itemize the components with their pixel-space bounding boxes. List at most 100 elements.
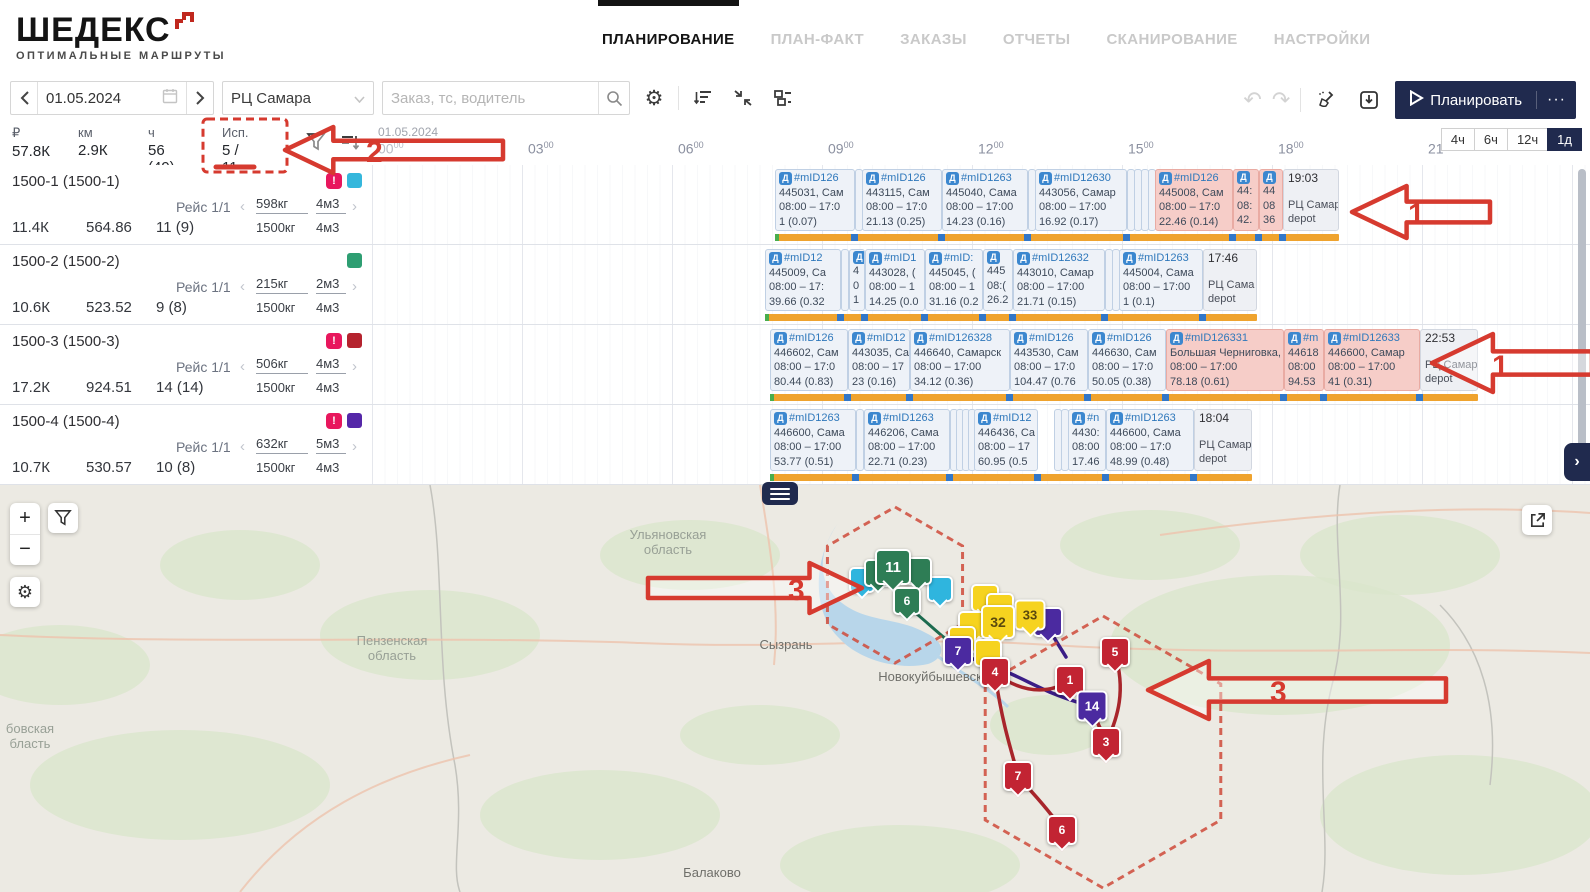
- zoom-option[interactable]: 6ч: [1473, 128, 1508, 151]
- route-info[interactable]: 1500-3 (1500-3)! Рейс 1/1 ‹ › 506кг 4м3 1500кг…: [0, 325, 372, 404]
- zoom-option[interactable]: 1д: [1547, 128, 1582, 151]
- map-marker[interactable]: 4: [980, 657, 1010, 687]
- nav-tab[interactable]: СКАНИРОВАНИЕ: [1106, 0, 1237, 78]
- task-card[interactable]: Д #mID1 443028, (08:00 – 1 14.25 (0.0: [865, 249, 925, 311]
- task-card[interactable]: Д4 0 1: [849, 249, 865, 311]
- map-marker[interactable]: 32: [981, 605, 1015, 639]
- task-card[interactable]: Д #mID12630 443056, Самар 08:00 – 17:00 16.9…: [1035, 169, 1127, 231]
- map-marker[interactable]: 7: [943, 636, 973, 666]
- next-trip-icon[interactable]: ›: [352, 438, 357, 455]
- task-card[interactable]: Д #mID1263 446206, Сама 08:00 – 17:00 22.71 …: [864, 409, 950, 471]
- collapse-all-icon[interactable]: [727, 81, 759, 115]
- nav-tab[interactable]: ПЛАН-ФАКТ: [771, 0, 865, 78]
- route-info[interactable]: 1500-2 (1500-2) Рейс 1/1 ‹ › 215кг 2м3 1500кг 4…: [0, 245, 372, 324]
- task-card[interactable]: Д #mID12 446436, Са 08:00 – 17 60.95 (0.5: [974, 409, 1038, 471]
- panel-splitter-handle[interactable]: [762, 482, 798, 505]
- zoom-option[interactable]: 4ч: [1440, 128, 1475, 151]
- map[interactable]: + − ⚙ Ульяновская область Пензенская обла…: [0, 485, 1590, 892]
- next-day-button[interactable]: [187, 81, 213, 115]
- map-expand-icon[interactable]: [1522, 505, 1552, 535]
- task-card[interactable]: Д #mID126331 Большая Черниговка, (08:00 – …: [1166, 329, 1284, 391]
- depot-select[interactable]: РЦ Самара: [222, 81, 374, 115]
- next-trip-icon[interactable]: ›: [352, 278, 357, 295]
- task-card[interactable]: Д #mID126 446602, Сам 08:00 – 17:0 80.44 (0.…: [770, 329, 848, 391]
- task-card[interactable]: Д 44 08 36: [1259, 169, 1283, 231]
- plan-button[interactable]: Планировать ···: [1395, 81, 1576, 119]
- task-card[interactable]: Д #mID126 443115, Сам 08:00 – 17:0 21.13 (0.…: [862, 169, 942, 231]
- task-card[interactable]: Д #mID: 445045, (08:00 – 1 31.16 (0.2: [925, 249, 983, 311]
- plan-more-button[interactable]: ···: [1536, 91, 1576, 109]
- task-card[interactable]: Д #mID12632 443010, Самар 08:00 – 17:00 21.7…: [1013, 249, 1105, 311]
- route-info[interactable]: 1500-1 (1500-1)! Рейс 1/1 ‹ › 598кг 4м3 1500кг…: [0, 165, 372, 244]
- routes-filter-icon[interactable]: [306, 132, 326, 157]
- task-card[interactable]: Д #n 4430: 08:00 17.46: [1068, 409, 1106, 471]
- route-color-chip[interactable]: [347, 413, 362, 428]
- prev-trip-icon[interactable]: ‹: [240, 438, 245, 455]
- nav-tab[interactable]: ОТЧЕТЫ: [1003, 0, 1071, 78]
- map-marker[interactable]: 5: [1100, 637, 1130, 667]
- collapse-panel-chevron[interactable]: ›: [1564, 443, 1590, 481]
- map-marker[interactable]: 14: [1076, 690, 1108, 722]
- nav-tab[interactable]: ПЛАНИРОВАНИЕ: [598, 0, 739, 78]
- route-color-chip[interactable]: [347, 333, 362, 348]
- undo-icon[interactable]: ↶: [1243, 87, 1261, 113]
- vertical-scrollbar[interactable]: [1578, 169, 1586, 469]
- prev-trip-icon[interactable]: ‹: [240, 278, 245, 295]
- next-trip-icon[interactable]: ›: [352, 198, 357, 215]
- task-card[interactable]: Д 44: 08: 42.: [1233, 169, 1259, 231]
- nav-tab[interactable]: НАСТРОЙКИ: [1274, 0, 1371, 78]
- route-info[interactable]: 1500-4 (1500-4)! Рейс 1/1 ‹ › 632кг 5м3 1500кг…: [0, 405, 372, 484]
- depot-card[interactable]: 19:03 РЦ Самар depot: [1283, 169, 1339, 231]
- map-marker[interactable]: 6: [1047, 815, 1077, 845]
- task-card[interactable]: Д #mID126 446630, Сам 08:00 – 17:0 50.05 (0.…: [1088, 329, 1166, 391]
- search-input[interactable]: [383, 89, 598, 107]
- task-card[interactable]: Д #mID126328 446640, Самарск 08:00 – 17:00 3…: [910, 329, 1010, 391]
- depot-card[interactable]: 22:53 РЦ Самара depot: [1420, 329, 1478, 391]
- redo-icon[interactable]: ↷: [1272, 87, 1290, 113]
- task-id: Д #mID12: [978, 411, 1034, 426]
- group-view-icon[interactable]: [767, 81, 799, 115]
- depot-card[interactable]: 18:04 РЦ Самара depot: [1194, 409, 1252, 471]
- task-card[interactable]: Д #mID1263 445040, Сама 08:00 – 17:00 14.23 …: [942, 169, 1028, 231]
- task-card[interactable]: Д #mID126 445031, Сам 08:00 – 17:0 1 (0.07): [775, 169, 855, 231]
- import-icon[interactable]: [1353, 83, 1385, 117]
- map-zoom-in-button[interactable]: +: [10, 503, 40, 534]
- map-marker[interactable]: 6: [893, 587, 921, 615]
- task-card[interactable]: [841, 249, 849, 311]
- prev-trip-icon[interactable]: ‹: [240, 198, 245, 215]
- map-marker[interactable]: 33: [1014, 599, 1046, 631]
- task-card[interactable]: Д 445 08:(26.2: [983, 249, 1013, 311]
- sort-routes-icon[interactable]: [687, 81, 719, 115]
- routes-sort-icon[interactable]: [340, 134, 360, 156]
- next-trip-icon[interactable]: ›: [352, 358, 357, 375]
- clear-plan-icon[interactable]: [1311, 83, 1343, 117]
- map-place-label: бовская бласть: [5, 721, 55, 751]
- map-zoom-out-button[interactable]: −: [10, 533, 40, 566]
- task-card[interactable]: Д #mID1263 446600, Сама 08:00 – 17:00 53.77 …: [770, 409, 856, 471]
- task-card[interactable]: Д #mID1263 445004, Сама 08:00 – 17:00 1 (0.1…: [1119, 249, 1203, 311]
- task-card[interactable]: Д #mID12 445009, Са 08:00 – 17: 39.66 (0.32: [765, 249, 841, 311]
- map-marker[interactable]: 11: [875, 549, 911, 585]
- task-card[interactable]: Д #mID1263 446600, Сама 08:00 – 17:0 48.99 (…: [1106, 409, 1194, 471]
- map-filter-icon[interactable]: [48, 503, 78, 533]
- settings-gear-icon[interactable]: ⚙: [638, 81, 670, 115]
- task-card[interactable]: Д #mID126 445008, Сам 08:00 – 17:0 22.46 (0.…: [1155, 169, 1233, 231]
- route-color-chip[interactable]: [347, 173, 362, 188]
- prev-trip-icon[interactable]: ‹: [240, 358, 245, 375]
- date-value[interactable]: 01.05.2024: [46, 90, 121, 107]
- depot-card[interactable]: 17:46 РЦ Сама depot: [1203, 249, 1257, 311]
- prev-day-button[interactable]: [11, 81, 37, 115]
- search-icon[interactable]: [598, 82, 629, 114]
- task-card[interactable]: Д #mID126 443530, Сам 08:00 – 17:0 104.47 (0…: [1010, 329, 1088, 391]
- task-card[interactable]: Д #mID12633 446600, Самар 08:00 – 17:00 41 (…: [1324, 329, 1420, 391]
- calendar-icon[interactable]: [162, 88, 178, 108]
- map-marker[interactable]: 7: [1003, 761, 1033, 791]
- zoom-option[interactable]: 12ч: [1506, 128, 1549, 151]
- map-marker[interactable]: 3: [1091, 727, 1121, 757]
- task-card[interactable]: Д #mID12 443035, Са 08:00 – 17 23 (0.16): [848, 329, 910, 391]
- route-color-chip[interactable]: [347, 253, 362, 268]
- task-card[interactable]: Д #m 44618 08:00 94.53: [1284, 329, 1324, 391]
- nav-tab[interactable]: ЗАКАЗЫ: [900, 0, 967, 78]
- map-settings-gear-icon[interactable]: ⚙: [10, 577, 40, 607]
- task-card[interactable]: [856, 409, 864, 471]
